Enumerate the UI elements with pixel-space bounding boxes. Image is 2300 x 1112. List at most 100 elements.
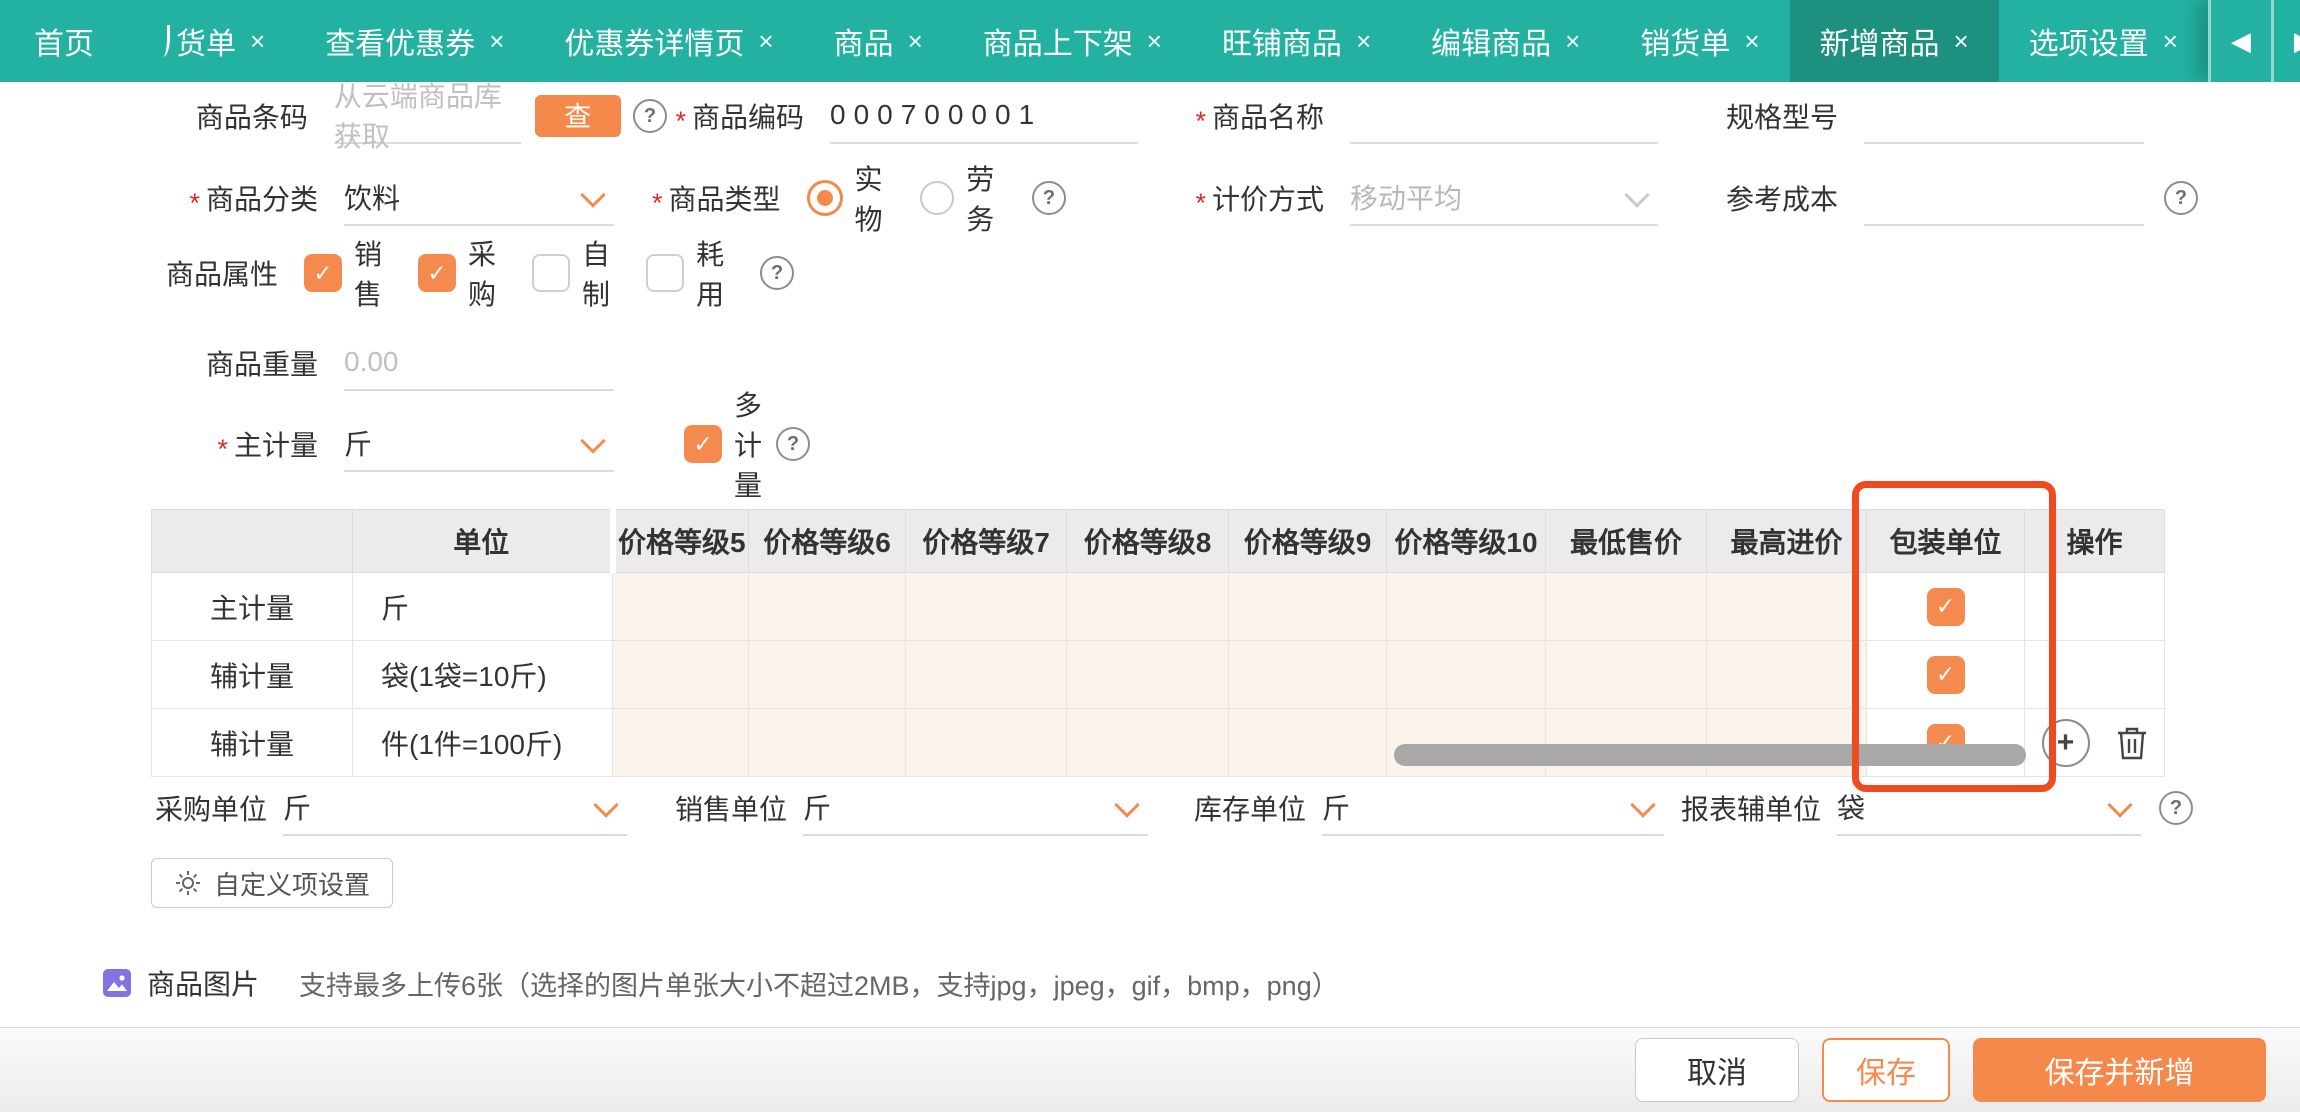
price-cell[interactable] bbox=[905, 708, 1067, 777]
required-mark: * bbox=[675, 106, 686, 136]
barcode-input[interactable]: 从云端商品库获取 bbox=[333, 81, 521, 152]
tab-home[interactable]: 首页 bbox=[0, 0, 128, 82]
price-cell[interactable] bbox=[612, 640, 749, 709]
price-cell[interactable] bbox=[1386, 640, 1546, 709]
tab-add-product-active[interactable]: 新增商品 × bbox=[1789, 0, 1999, 82]
checkbox-package-checked[interactable]: ✓ bbox=[1926, 655, 1965, 694]
close-icon[interactable]: × bbox=[1954, 26, 1969, 57]
price-cell[interactable] bbox=[905, 640, 1067, 709]
checkbox-package-checked[interactable]: ✓ bbox=[1926, 587, 1965, 626]
tab-sales-order[interactable]: 销货单 × bbox=[1610, 0, 1789, 82]
trash-icon[interactable] bbox=[2116, 725, 2148, 761]
custom-fields-button[interactable]: 自定义项设置 bbox=[151, 858, 394, 908]
price-cell[interactable] bbox=[1066, 708, 1229, 777]
price-cell[interactable] bbox=[1066, 572, 1229, 641]
radio-physical-selected[interactable] bbox=[806, 180, 843, 216]
checkbox-selfmade[interactable] bbox=[532, 254, 571, 292]
price-cell[interactable] bbox=[1706, 640, 1867, 709]
unit-price-table: 单位 价格等级5 价格等级6 价格等级7 价格等级8 价格等级9 价格等级10 … bbox=[151, 509, 2165, 777]
tab-order-form[interactable]: 货单 × bbox=[128, 0, 295, 82]
pricing-select-disabled: 移动平均 bbox=[1350, 170, 1658, 226]
price-cell[interactable] bbox=[748, 572, 906, 641]
product-image-label: 商品图片 bbox=[147, 969, 260, 1000]
price-cell[interactable] bbox=[1386, 572, 1546, 641]
type-help-icon[interactable]: ? bbox=[1032, 181, 1067, 215]
code-input[interactable]: 000700001 bbox=[830, 88, 1138, 144]
close-icon[interactable]: × bbox=[908, 26, 923, 57]
query-button[interactable]: 查询 bbox=[534, 95, 621, 171]
tab-scroll-left-icon[interactable]: ◀ bbox=[2207, 0, 2271, 82]
cancel-button[interactable]: 取消 bbox=[1635, 1038, 1799, 1102]
price-cell[interactable] bbox=[748, 708, 906, 777]
price-cell[interactable] bbox=[1545, 572, 1707, 641]
close-icon[interactable]: × bbox=[250, 26, 265, 57]
radio-service[interactable] bbox=[920, 181, 955, 215]
save-and-new-button[interactable]: 保存并新增 bbox=[1973, 1038, 2266, 1102]
weight-input[interactable]: 0.00 bbox=[344, 335, 614, 391]
spec-input[interactable] bbox=[1864, 88, 2144, 144]
check-icon: ✓ bbox=[1935, 661, 1956, 687]
save-button[interactable]: 保存 bbox=[1822, 1038, 1950, 1102]
close-icon[interactable]: × bbox=[758, 26, 773, 57]
row-type: 辅计量 bbox=[151, 708, 353, 777]
purchase-unit-select[interactable]: 斤 bbox=[283, 780, 628, 836]
sale-unit-select[interactable]: 斤 bbox=[803, 780, 1149, 836]
close-icon[interactable]: × bbox=[2163, 26, 2178, 57]
price-cell[interactable] bbox=[612, 572, 749, 641]
category-select[interactable]: 饮料 bbox=[344, 170, 614, 226]
tab-label: 货单 bbox=[176, 28, 236, 61]
price-cell[interactable] bbox=[1545, 708, 1707, 777]
tab-view-coupons[interactable]: 查看优惠券 × bbox=[295, 0, 534, 82]
sale-unit-value: 斤 bbox=[803, 793, 832, 824]
attrs-help-icon[interactable]: ? bbox=[760, 256, 795, 290]
chevron-down-icon bbox=[1624, 182, 1650, 208]
ref-cost-input[interactable] bbox=[1864, 170, 2144, 226]
price-cell[interactable] bbox=[1228, 708, 1387, 777]
close-icon[interactable]: × bbox=[1356, 26, 1371, 57]
add-row-icon[interactable]: + bbox=[2041, 718, 2090, 767]
barcode-placeholder: 从云端商品库获取 bbox=[333, 81, 502, 152]
checkbox-consume-label: 耗用 bbox=[696, 239, 725, 310]
price-cell[interactable] bbox=[748, 640, 906, 709]
tab-edit-product[interactable]: 编辑商品 × bbox=[1401, 0, 1610, 82]
tab-coupon-detail[interactable]: 优惠券详情页 × bbox=[534, 0, 803, 82]
close-icon[interactable]: × bbox=[489, 26, 504, 57]
multi-unit-help-icon[interactable]: ? bbox=[776, 427, 811, 461]
price-cell[interactable] bbox=[1545, 640, 1707, 709]
tab-scroll-right-icon[interactable]: ▶ bbox=[2270, 0, 2300, 82]
report-unit-help-icon[interactable]: ? bbox=[2159, 791, 2194, 825]
price-cell[interactable] bbox=[1066, 640, 1229, 709]
ref-cost-help-icon[interactable]: ? bbox=[2164, 181, 2198, 215]
checkbox-sale-checked[interactable]: ✓ bbox=[304, 254, 343, 292]
table-horizontal-scrollbar[interactable] bbox=[1394, 744, 2026, 766]
required-mark: * bbox=[652, 188, 663, 218]
main-unit-value: 斤 bbox=[344, 429, 373, 460]
price-cell[interactable] bbox=[1706, 708, 1867, 777]
tab-label: 首页 bbox=[34, 28, 94, 61]
name-input[interactable] bbox=[1350, 88, 1658, 144]
close-icon[interactable]: × bbox=[1147, 26, 1162, 57]
price-cell[interactable] bbox=[1706, 572, 1867, 641]
checkbox-consume[interactable] bbox=[646, 254, 685, 292]
main-unit-select[interactable]: 斤 bbox=[344, 416, 614, 472]
price-cell[interactable] bbox=[1386, 708, 1546, 777]
tab-products[interactable]: 商品 × bbox=[804, 0, 953, 82]
tab-shop-products[interactable]: 旺铺商品 × bbox=[1192, 0, 1401, 82]
tab-option-settings[interactable]: 选项设置 × bbox=[1999, 0, 2208, 82]
price-cell[interactable] bbox=[1228, 572, 1387, 641]
header-price-level-5: 价格等级5 bbox=[609, 509, 749, 573]
checkbox-multi-unit-checked[interactable]: ✓ bbox=[684, 425, 722, 463]
report-unit-select[interactable]: 袋 bbox=[1837, 780, 2142, 836]
price-cell[interactable] bbox=[905, 572, 1067, 641]
stock-unit-select[interactable]: 斤 bbox=[1322, 780, 1665, 836]
header-price-level-7: 价格等级7 bbox=[905, 509, 1067, 573]
table-row: 辅计量 袋(1袋=10斤) ✓ bbox=[151, 640, 2165, 709]
checkbox-purchase-checked[interactable]: ✓ bbox=[418, 254, 457, 292]
actions-cell: + bbox=[2024, 708, 2165, 777]
close-icon[interactable]: × bbox=[1744, 26, 1759, 57]
price-cell[interactable] bbox=[1228, 640, 1387, 709]
barcode-label: 商品条码 bbox=[195, 102, 308, 133]
close-icon[interactable]: × bbox=[1565, 26, 1580, 57]
tab-product-shelf[interactable]: 商品上下架 × bbox=[953, 0, 1192, 82]
price-cell[interactable] bbox=[612, 708, 749, 777]
